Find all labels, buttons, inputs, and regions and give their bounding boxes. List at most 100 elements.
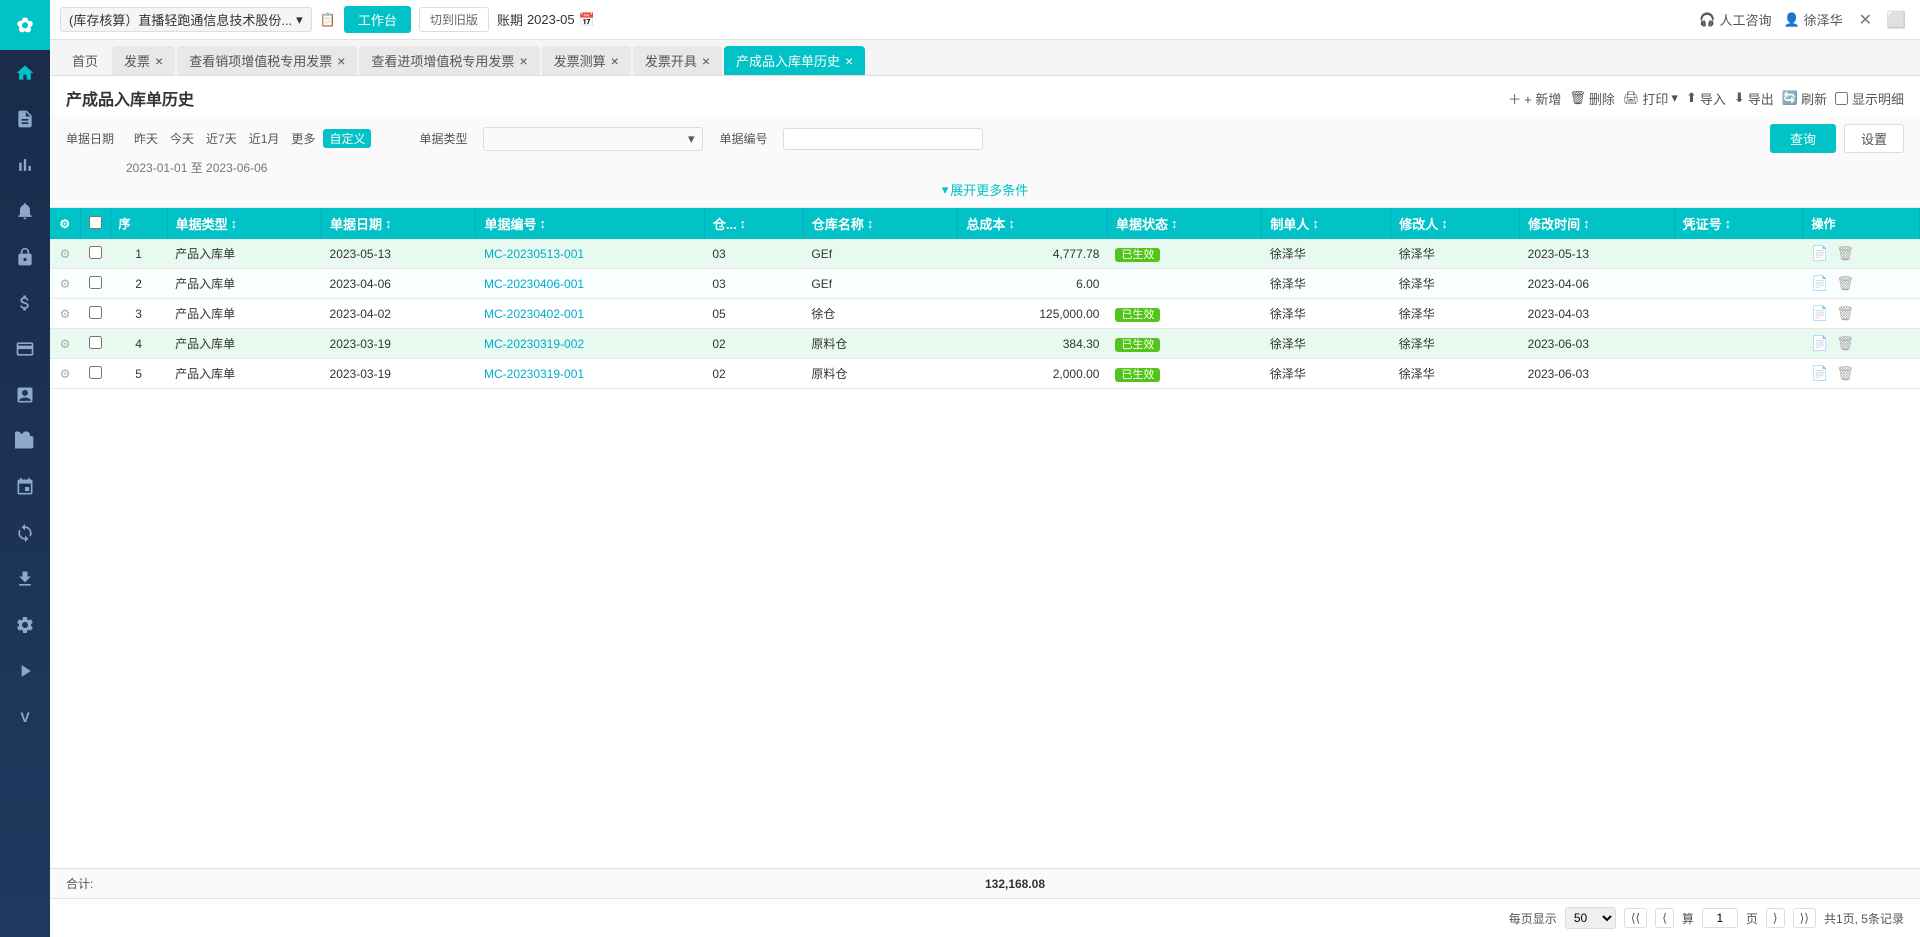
select-all-checkbox[interactable] (89, 216, 102, 229)
row-select-checkbox[interactable] (89, 276, 102, 289)
row-number[interactable]: MC-20230402-001 (476, 299, 704, 329)
sidebar-item-settings[interactable] (0, 602, 50, 648)
workbench-button[interactable]: 工作台 (344, 6, 411, 33)
sidebar-item-report[interactable] (0, 372, 50, 418)
row-number[interactable]: MC-20230513-001 (476, 239, 704, 269)
row-checkbox[interactable] (80, 239, 110, 269)
sidebar-item-lock[interactable] (0, 234, 50, 280)
page-input[interactable] (1702, 908, 1738, 928)
calendar-icon[interactable]: 📅 (579, 12, 595, 28)
col-mod-time[interactable]: 修改时间 ↕ (1520, 208, 1674, 239)
refresh-button[interactable]: 🔄 刷新 (1782, 89, 1827, 108)
per-page-select[interactable]: 50 20 100 (1565, 907, 1616, 929)
row-settings[interactable]: ⚙ (50, 329, 80, 359)
sidebar-item-stamp[interactable] (0, 464, 50, 510)
tab-inventory-history-close[interactable]: × (845, 54, 853, 68)
row-number[interactable]: MC-20230319-002 (476, 329, 704, 359)
prev-page-button[interactable]: ⟨ (1655, 908, 1674, 928)
tab-output-vat[interactable]: 查看销项增值税专用发票 × (177, 46, 357, 75)
sidebar-item-bell[interactable] (0, 188, 50, 234)
sidebar-item-home[interactable] (0, 50, 50, 96)
table-row[interactable]: ⚙ 2 产品入库单 2023-04-06 MC-20230406-001 03 … (50, 269, 1920, 299)
tab-invoice[interactable]: 发票 × (112, 46, 175, 75)
next-page-button[interactable]: ⟩ (1766, 908, 1785, 928)
row-delete-icon[interactable]: 🗑 (1836, 275, 1854, 292)
shortcut-1month[interactable]: 近1月 (245, 129, 284, 148)
show-detail-toggle[interactable]: 显示明细 (1835, 89, 1904, 108)
tab-estimate[interactable]: 发票测算 × (542, 46, 631, 75)
first-page-button[interactable]: ⟨⟨ (1624, 908, 1647, 928)
col-voucher[interactable]: 凭证号 ↕ (1674, 208, 1803, 239)
sidebar-item-stock[interactable] (0, 418, 50, 464)
row-settings[interactable]: ⚙ (50, 239, 80, 269)
tab-output-vat-close[interactable]: × (337, 54, 345, 68)
show-detail-checkbox[interactable] (1835, 92, 1848, 105)
row-select-checkbox[interactable] (89, 246, 102, 259)
row-number[interactable]: MC-20230406-001 (476, 269, 704, 299)
sidebar-item-download[interactable] (0, 556, 50, 602)
row-delete-icon[interactable]: 🗑 (1836, 305, 1854, 322)
query-button[interactable]: 查询 (1770, 124, 1836, 153)
close-window-button[interactable]: ✕ (1855, 10, 1876, 30)
table-row[interactable]: ⚙ 5 产品入库单 2023-03-19 MC-20230319-001 02 … (50, 359, 1920, 389)
col-checkbox[interactable] (80, 208, 110, 239)
row-checkbox[interactable] (80, 329, 110, 359)
set-button[interactable]: 设置 (1844, 124, 1904, 153)
print-button[interactable]: 🖨 打印 ▾ (1623, 89, 1678, 108)
user-profile[interactable]: 👤 徐泽华 (1783, 10, 1842, 29)
sidebar-item-chart[interactable] (0, 142, 50, 188)
new-button[interactable]: ＋ + 新增 (1508, 89, 1561, 108)
col-type[interactable]: 单据类型 ↕ (167, 208, 321, 239)
tab-invoice-close[interactable]: × (155, 54, 163, 68)
row-settings[interactable]: ⚙ (50, 299, 80, 329)
row-checkbox[interactable] (80, 269, 110, 299)
col-total-cost[interactable]: 总成本 ↕ (958, 208, 1108, 239)
col-settings[interactable]: ⚙ (50, 208, 80, 239)
type-filter-select[interactable]: ▾ (483, 127, 703, 151)
col-warehouse-code[interactable]: 仓... ↕ (704, 208, 803, 239)
tab-home[interactable]: 首页 (60, 46, 110, 75)
row-delete-icon[interactable]: 🗑 (1836, 335, 1854, 352)
row-view-icon[interactable]: 📄 (1811, 305, 1828, 322)
tab-input-vat[interactable]: 查看进项增值税专用发票 × (359, 46, 539, 75)
tab-input-vat-close[interactable]: × (519, 54, 527, 68)
col-creator[interactable]: 制单人 ↕ (1262, 208, 1391, 239)
col-date[interactable]: 单据日期 ↕ (322, 208, 476, 239)
export-button[interactable]: ⬇ 导出 (1734, 89, 1774, 108)
col-number[interactable]: 单据编号 ↕ (476, 208, 704, 239)
sidebar-item-invoice[interactable] (0, 326, 50, 372)
row-delete-icon[interactable]: 🗑 (1836, 245, 1854, 262)
delete-button[interactable]: 🗑 删除 (1569, 89, 1615, 108)
import-button[interactable]: ⬆ 导入 (1686, 89, 1726, 108)
table-row[interactable]: ⚙ 3 产品入库单 2023-04-02 MC-20230402-001 05 … (50, 299, 1920, 329)
table-container[interactable]: ⚙ 序 单据类型 ↕ 单据日期 ↕ 单据编号 ↕ 仓... ↕ 仓库名称 ↕ 总… (50, 208, 1920, 868)
col-status[interactable]: 单据状态 ↕ (1107, 208, 1261, 239)
shortcut-today[interactable]: 今天 (166, 129, 198, 148)
shortcut-more[interactable]: 更多 (287, 129, 319, 148)
row-view-icon[interactable]: 📄 (1811, 335, 1828, 352)
col-warehouse-name[interactable]: 仓库名称 ↕ (803, 208, 957, 239)
shortcut-7days[interactable]: 近7天 (202, 129, 241, 148)
row-settings[interactable]: ⚙ (50, 359, 80, 389)
row-select-checkbox[interactable] (89, 366, 102, 379)
shortcut-yesterday[interactable]: 昨天 (130, 129, 162, 148)
row-number[interactable]: MC-20230319-001 (476, 359, 704, 389)
row-select-checkbox[interactable] (89, 336, 102, 349)
last-page-button[interactable]: ⟩⟩ (1793, 908, 1816, 928)
number-filter-input[interactable] (783, 128, 983, 150)
tab-estimate-close[interactable]: × (611, 54, 619, 68)
company-selector[interactable]: (库存核算）直播轻跑通信息技术股份... ▾ (60, 7, 312, 32)
row-checkbox[interactable] (80, 359, 110, 389)
table-row[interactable]: ⚙ 1 产品入库单 2023-05-13 MC-20230513-001 03 … (50, 239, 1920, 269)
tab-issue-close[interactable]: × (702, 54, 710, 68)
sidebar-item-money[interactable] (0, 280, 50, 326)
expand-button[interactable]: ▾ 展开更多条件 (942, 180, 1029, 199)
row-delete-icon[interactable]: 🗑 (1836, 365, 1854, 382)
row-select-checkbox[interactable] (89, 306, 102, 319)
table-row[interactable]: ⚙ 4 产品入库单 2023-03-19 MC-20230319-002 02 … (50, 329, 1920, 359)
row-view-icon[interactable]: 📄 (1811, 245, 1828, 262)
maximize-window-button[interactable]: ⬜ (1882, 10, 1910, 30)
tab-inventory-history[interactable]: 产成品入库单历史 × (724, 46, 865, 75)
row-settings[interactable]: ⚙ (50, 269, 80, 299)
switch-version-button[interactable]: 切到旧版 (419, 7, 489, 32)
